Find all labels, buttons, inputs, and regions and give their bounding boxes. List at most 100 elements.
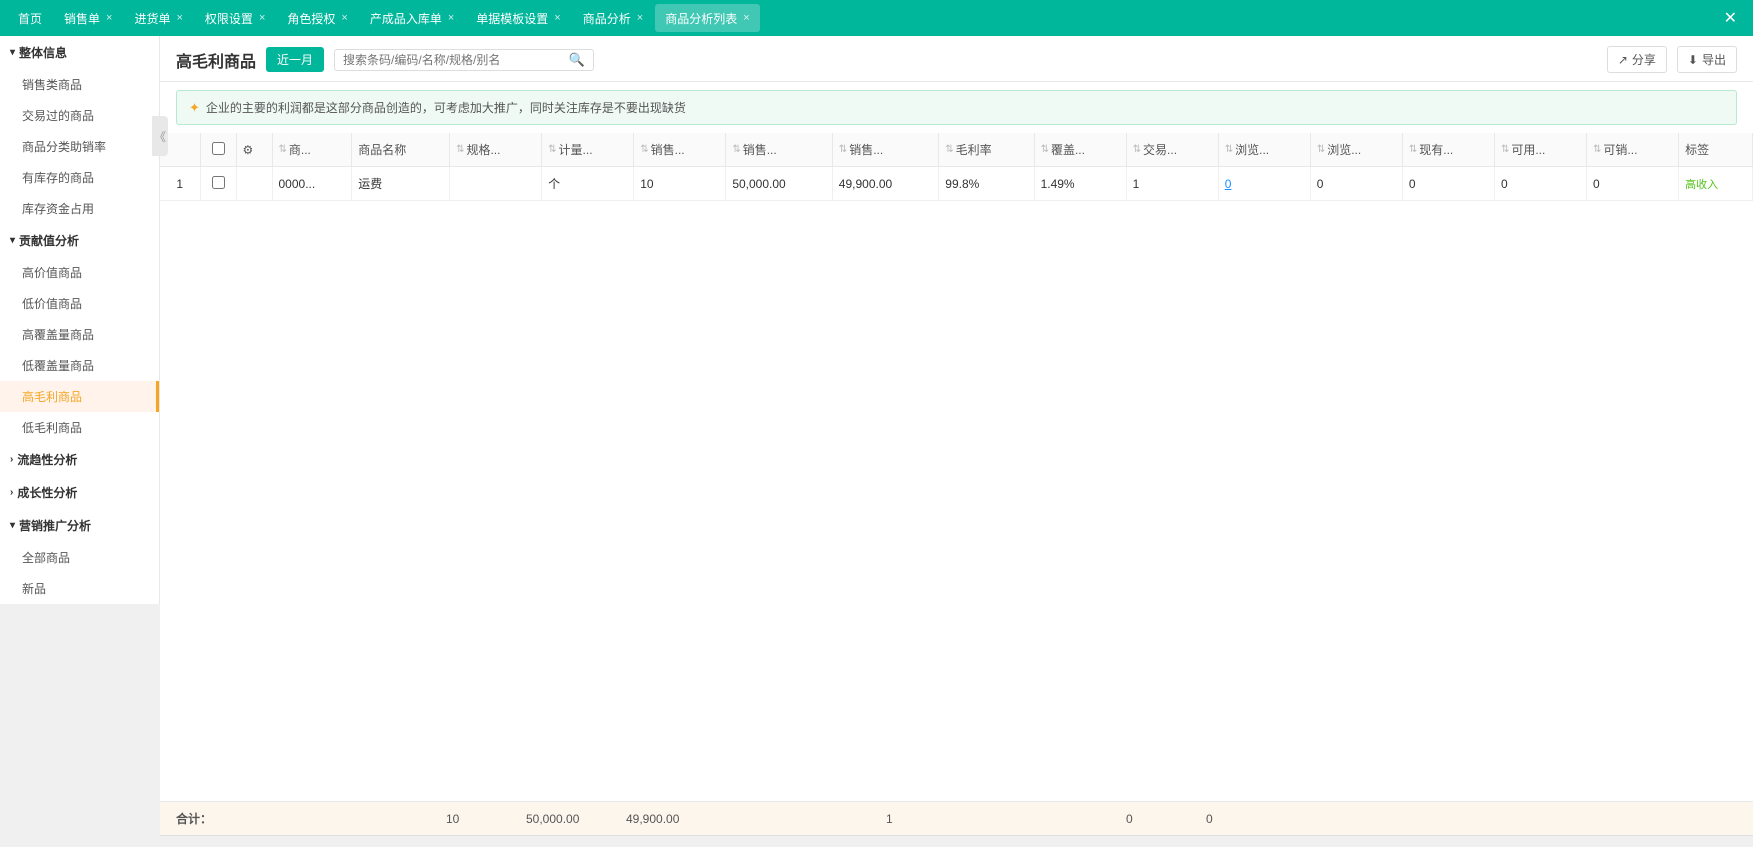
cell-unit: 个 [542,167,634,201]
cell-transactions: 1 [1126,167,1218,201]
cell-views2: 0 [1310,167,1402,201]
close-finished-goods[interactable]: × [448,12,454,24]
cell-tag: 高收入 [1679,167,1753,201]
sidebar-item-low-coverage[interactable]: 低覆盖量商品 [0,350,159,381]
content-header: 高毛利商品 近一月 🔍 ↗ 分享 ⬇ 导出 [160,36,1753,82]
search-icon: 🔍 [569,52,585,68]
col-header-code[interactable]: ⇅商... [272,133,352,167]
col-header-available-stock[interactable]: ⇅可用... [1494,133,1586,167]
sidebar-item-all-goods[interactable]: 全部商品 [0,542,159,573]
sidebar-group-contribution[interactable]: ▾ 贡献值分析 [0,224,159,257]
sort-icon-cov: ⇅ [1041,144,1049,155]
sidebar-item-stock-capital[interactable]: 库存资金占用 [0,193,159,224]
col-header-transactions[interactable]: ⇅交易... [1126,133,1218,167]
col-header-spec[interactable]: ⇅规格... [450,133,542,167]
col-header-name[interactable]: 商品名称 [352,133,450,167]
nav-home[interactable]: 首页 [8,4,52,32]
cell-check[interactable] [200,167,236,201]
nav-template-settings[interactable]: 单据模板设置 × [466,4,570,32]
col-header-sales-qty[interactable]: ⇅销售... [634,133,726,167]
trend-group-label: 流趋性分析 [17,451,77,468]
search-input[interactable] [343,53,569,67]
close-sales-order[interactable]: × [106,12,112,24]
sidebar-item-low-margin[interactable]: 低毛利商品 [0,412,159,443]
export-button[interactable]: ⬇ 导出 [1677,46,1737,73]
sort-icon-cs: ⇅ [1409,144,1417,155]
close-analysis-list[interactable]: × [743,12,749,24]
settings-col-icon: ⚙ [243,143,254,157]
contribution-group-arrow: ▾ [10,235,15,246]
footer-label: 合计： [176,810,296,827]
footer-sales-profit: 49,900.00 [626,812,726,826]
sidebar-item-high-margin[interactable]: 高毛利商品 [0,381,159,412]
sort-icon-spec: ⇅ [456,144,464,155]
cell-code: 0000... [272,167,352,201]
cell-current-stock: 0 [1402,167,1494,201]
close-role-auth[interactable]: × [341,12,347,24]
close-analysis[interactable]: × [637,12,643,24]
col-header-coverage[interactable]: ⇅覆盖... [1034,133,1126,167]
sidebar-item-new-goods[interactable]: 新品 [0,573,159,604]
sidebar-group-marketing[interactable]: ▾ 营销推广分析 [0,509,159,542]
sidebar-item-stocked-goods[interactable]: 有库存的商品 [0,162,159,193]
sort-icon-as: ⇅ [1501,144,1509,155]
sidebar-item-low-value[interactable]: 低价值商品 [0,288,159,319]
cell-settings [236,167,272,201]
sidebar-item-high-coverage[interactable]: 高覆盖量商品 [0,319,159,350]
col-header-views2[interactable]: ⇅浏览... [1310,133,1402,167]
nav-analysis-list[interactable]: 商品分析列表 × [655,4,759,32]
filter-last-month-button[interactable]: 近一月 [266,47,324,72]
cell-coverage: 1.49% [1034,167,1126,201]
trend-group-arrow: › [10,454,13,465]
footer-available-stock: 0 [1206,812,1286,826]
sidebar-item-sales-goods[interactable]: 销售类商品 [0,69,159,100]
sidebar-group-overall[interactable]: ▾ 整体信息 [0,36,159,69]
window-close-button[interactable]: ✕ [1716,8,1745,28]
horizontal-scrollbar[interactable] [160,835,1753,847]
col-header-current-stock[interactable]: ⇅现有... [1402,133,1494,167]
nav-role-auth[interactable]: 角色授权 × [277,4,357,32]
sort-icon-ss: ⇅ [1593,144,1601,155]
col-header-settings[interactable]: ⚙ [236,133,272,167]
export-icon: ⬇ [1688,53,1698,67]
nav-purchase-order[interactable]: 进货单 × [124,4,192,32]
close-purchase-order[interactable]: × [176,12,182,24]
col-header-tag[interactable]: 标签 [1679,133,1753,167]
close-permission[interactable]: × [259,12,265,24]
sort-icon-amount: ⇅ [732,144,740,155]
growth-group-label: 成长性分析 [17,484,77,501]
col-header-sales-profit[interactable]: ⇅销售... [832,133,938,167]
marketing-group-arrow: ▾ [10,520,15,531]
close-template[interactable]: × [554,12,560,24]
nav-finished-goods[interactable]: 产成品入库单 × [360,4,464,32]
search-box[interactable]: 🔍 [334,49,594,71]
sidebar-item-high-value[interactable]: 高价值商品 [0,257,159,288]
nav-sales-order[interactable]: 销售单 × [54,4,122,32]
col-header-sales-amount[interactable]: ⇅销售... [726,133,832,167]
select-all-checkbox[interactable] [212,142,225,155]
table-container: ⚙ ⇅商... 商品名称 ⇅规格... ⇅计量.. [160,133,1753,801]
sidebar-item-traded-goods[interactable]: 交易过的商品 [0,100,159,131]
footer-current-stock: 0 [1126,812,1206,826]
sort-icon-profit: ⇅ [839,144,847,155]
row-checkbox[interactable] [212,176,225,189]
table-row: 1 0000... 运费 个 10 50,000.00 49,900.00 99… [160,167,1753,201]
cell-views1[interactable]: 0 [1218,167,1310,201]
nav-product-analysis[interactable]: 商品分析 × [573,4,653,32]
cell-available-stock: 0 [1494,167,1586,201]
sidebar-group-trend[interactable]: › 流趋性分析 [0,443,159,476]
col-header-gross-margin[interactable]: ⇅毛利率 [939,133,1034,167]
sidebar-collapse-toggle[interactable]: 《 [152,116,168,156]
nav-permission-settings[interactable]: 权限设置 × [195,4,275,32]
data-table: ⚙ ⇅商... 商品名称 ⇅规格... ⇅计量.. [160,133,1753,201]
sidebar-item-category-rate[interactable]: 商品分类助销率 [0,131,159,162]
cell-spec [450,167,542,201]
sidebar: ▾ 整体信息 销售类商品 交易过的商品 商品分类助销率 有库存的商品 库存资金占… [0,36,160,604]
col-header-unit[interactable]: ⇅计量... [542,133,634,167]
footer-sales-amount: 50,000.00 [526,812,626,826]
sort-icon-unit: ⇅ [548,144,556,155]
col-header-views1[interactable]: ⇅浏览... [1218,133,1310,167]
sidebar-group-growth[interactable]: › 成长性分析 [0,476,159,509]
share-button[interactable]: ↗ 分享 [1607,46,1667,73]
col-header-sellable-stock[interactable]: ⇅可销... [1587,133,1679,167]
